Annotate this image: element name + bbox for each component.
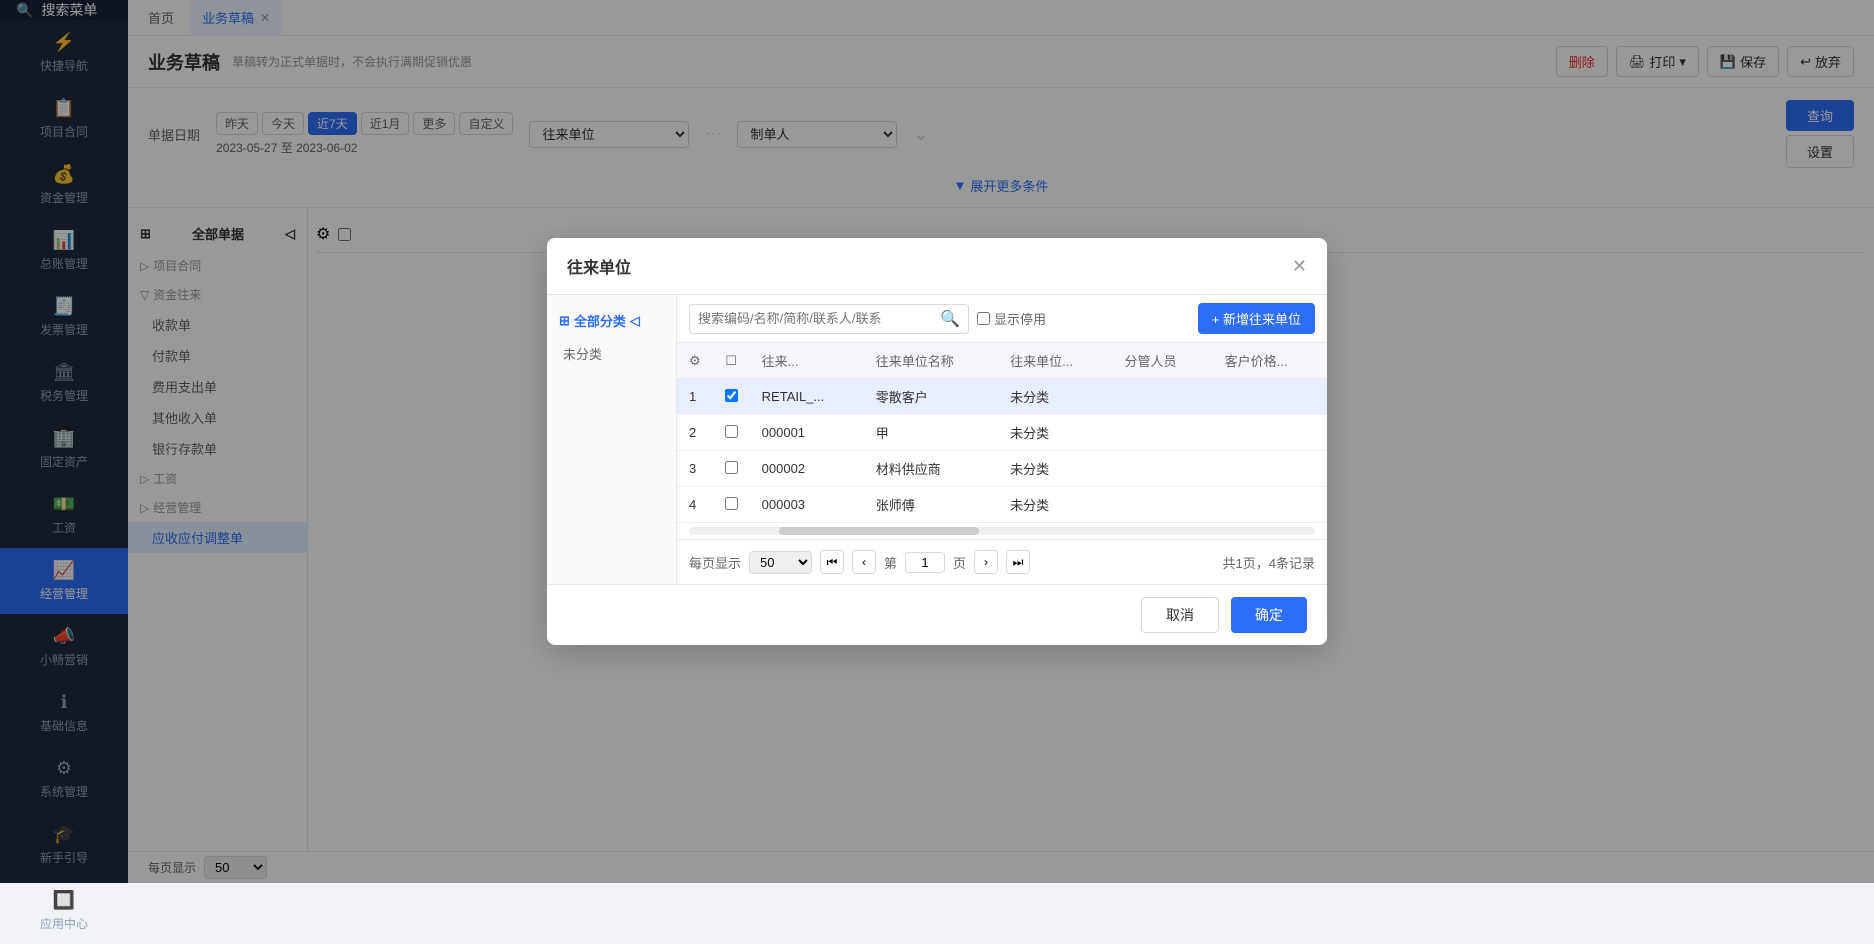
row-code: 000001 bbox=[750, 415, 864, 451]
add-counterparty-button[interactable]: + 新增往来单位 bbox=[1198, 303, 1315, 334]
modal-overlay: 往来单位 ✕ ⊞ 全部分类 ◁ 未分类 bbox=[0, 0, 1874, 883]
all-category-label: 全部分类 bbox=[574, 311, 626, 330]
confirm-modal-button[interactable]: 确定 bbox=[1231, 597, 1307, 633]
row-num: 1 bbox=[677, 379, 713, 415]
col-name: 往来单位名称 bbox=[864, 343, 998, 379]
row-checkbox[interactable] bbox=[713, 415, 750, 451]
modal-toolbar: 🔍 显示停用 + 新增往来单位 bbox=[677, 295, 1327, 343]
row-name: 零散客户 bbox=[864, 379, 998, 415]
row-category: 未分类 bbox=[998, 487, 1112, 523]
row-name: 材料供应商 bbox=[864, 451, 998, 487]
show-disabled-checkbox-label[interactable]: 显示停用 bbox=[977, 309, 1046, 328]
modal-pagination: 每页显示 50 ⏮ ‹ 第 页 › ⏭ 共1页，4条记录 bbox=[677, 539, 1327, 584]
table-row[interactable]: 4 000003 张师傅 未分类 bbox=[677, 487, 1327, 523]
show-disabled-checkbox[interactable] bbox=[977, 312, 990, 325]
horizontal-scrollbar[interactable] bbox=[689, 527, 1315, 535]
counterparty-table: ⚙ ☐ 往来... 往来单位名称 往来单位... 分管人员 客户价格... bbox=[677, 343, 1327, 523]
counterparty-modal: 往来单位 ✕ ⊞ 全部分类 ◁ 未分类 bbox=[547, 238, 1327, 645]
search-magnifier-icon: 🔍 bbox=[940, 309, 960, 329]
row-code: RETAIL_... bbox=[750, 379, 864, 415]
modal-right-panel: 🔍 显示停用 + 新增往来单位 ⚙ ☐ bbox=[677, 295, 1327, 584]
row-price bbox=[1213, 487, 1327, 523]
row-manager bbox=[1112, 451, 1212, 487]
first-page-btn[interactable]: ⏮ bbox=[820, 550, 844, 574]
table-row[interactable]: 1 RETAIL_... 零散客户 未分类 bbox=[677, 379, 1327, 415]
row-checkbox[interactable] bbox=[713, 379, 750, 415]
per-page-label: 每页显示 bbox=[689, 553, 741, 572]
col-code: 往来... bbox=[750, 343, 864, 379]
modal-title: 往来单位 bbox=[567, 254, 631, 278]
row-manager bbox=[1112, 415, 1212, 451]
modal-body: ⊞ 全部分类 ◁ 未分类 🔍 显示停 bbox=[547, 295, 1327, 584]
page-suffix: 页 bbox=[953, 553, 966, 572]
row-price bbox=[1213, 379, 1327, 415]
row-name: 张师傅 bbox=[864, 487, 998, 523]
last-page-btn[interactable]: ⏭ bbox=[1006, 550, 1030, 574]
row-category: 未分类 bbox=[998, 451, 1112, 487]
show-disabled-label: 显示停用 bbox=[994, 309, 1046, 328]
scrollbar-thumb[interactable] bbox=[779, 527, 979, 535]
table-header-row: ⚙ ☐ 往来... 往来单位名称 往来单位... 分管人员 客户价格... bbox=[677, 343, 1327, 379]
row-checkbox[interactable] bbox=[713, 451, 750, 487]
row-num: 2 bbox=[677, 415, 713, 451]
col-price: 客户价格... bbox=[1213, 343, 1327, 379]
row-manager bbox=[1112, 379, 1212, 415]
page-word: 第 bbox=[884, 553, 897, 572]
search-box[interactable]: 🔍 bbox=[689, 304, 969, 334]
col-check: ☐ bbox=[713, 343, 750, 379]
row-category: 未分类 bbox=[998, 415, 1112, 451]
row-checkbox[interactable] bbox=[713, 487, 750, 523]
page-input[interactable] bbox=[905, 552, 945, 573]
row-category: 未分类 bbox=[998, 379, 1112, 415]
col-manager: 分管人员 bbox=[1112, 343, 1212, 379]
table-row[interactable]: 2 000001 甲 未分类 bbox=[677, 415, 1327, 451]
row-price bbox=[1213, 451, 1327, 487]
sidebar-item-apps[interactable]: 🔲 应用中心 bbox=[0, 878, 128, 944]
modal-left-panel: ⊞ 全部分类 ◁ 未分类 bbox=[547, 295, 677, 584]
modal-footer: 取消 确定 bbox=[547, 584, 1327, 645]
cancel-modal-button[interactable]: 取消 bbox=[1141, 597, 1219, 633]
prev-page-btn[interactable]: ‹ bbox=[852, 550, 876, 574]
col-category: 往来单位... bbox=[998, 343, 1112, 379]
row-price bbox=[1213, 415, 1327, 451]
table-row[interactable]: 3 000002 材料供应商 未分类 bbox=[677, 451, 1327, 487]
search-input[interactable] bbox=[698, 311, 936, 326]
next-page-btn[interactable]: › bbox=[974, 550, 998, 574]
uncategorized-label: 未分类 bbox=[563, 347, 602, 362]
row-num: 4 bbox=[677, 487, 713, 523]
apps-icon: 🔲 bbox=[53, 890, 75, 911]
row-manager bbox=[1112, 487, 1212, 523]
row-code: 000002 bbox=[750, 451, 864, 487]
modal-table: ⚙ ☐ 往来... 往来单位名称 往来单位... 分管人员 客户价格... bbox=[677, 343, 1327, 523]
collapse-left-icon: ◁ bbox=[630, 313, 640, 329]
grid-category-icon: ⊞ bbox=[559, 313, 570, 329]
all-category-btn[interactable]: ⊞ 全部分类 ◁ bbox=[547, 303, 676, 338]
row-name: 甲 bbox=[864, 415, 998, 451]
total-info: 共1页，4条记录 bbox=[1223, 553, 1315, 572]
modal-header: 往来单位 ✕ bbox=[547, 238, 1327, 295]
page-size-select[interactable]: 50 bbox=[749, 551, 812, 574]
row-code: 000003 bbox=[750, 487, 864, 523]
modal-close-button[interactable]: ✕ bbox=[1292, 256, 1307, 277]
col-settings[interactable]: ⚙ bbox=[677, 343, 713, 379]
uncategorized-item[interactable]: 未分类 bbox=[547, 338, 676, 369]
row-num: 3 bbox=[677, 451, 713, 487]
sidebar-item-label: 应用中心 bbox=[40, 915, 88, 932]
